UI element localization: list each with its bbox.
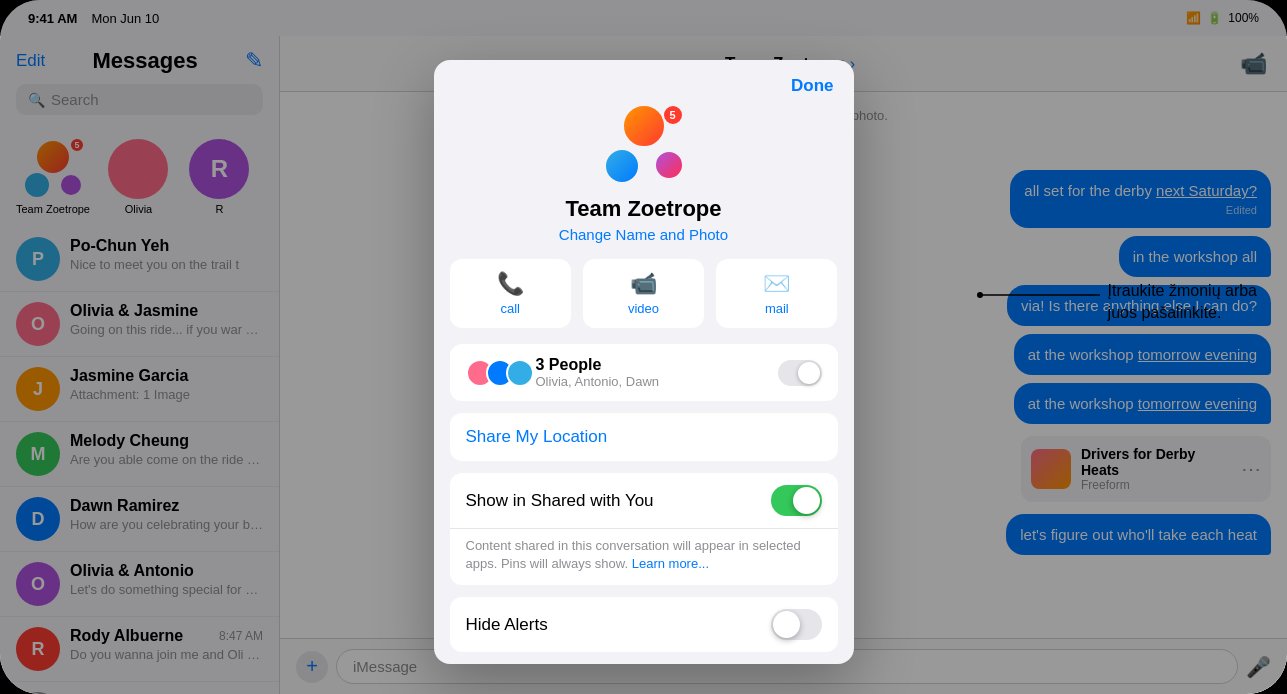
show-in-shared-label: Show in Shared with You bbox=[466, 491, 771, 511]
mail-label: mail bbox=[765, 301, 789, 316]
people-avatars bbox=[466, 359, 526, 387]
change-name-photo-link[interactable]: Change Name and Photo bbox=[434, 226, 854, 259]
share-location-label: Share My Location bbox=[466, 427, 608, 446]
mail-icon: ✉️ bbox=[763, 271, 790, 297]
modal-actions: 📞 call 📹 video ✉️ mail bbox=[434, 259, 854, 344]
group-av-2 bbox=[604, 148, 640, 184]
video-action-button[interactable]: 📹 video bbox=[583, 259, 704, 328]
show-in-shared-section: Show in Shared with You Content shared i… bbox=[450, 473, 838, 585]
group-badge: 5 bbox=[662, 104, 684, 126]
people-row[interactable]: 3 People Olivia, Antonio, Dawn bbox=[450, 344, 838, 401]
hide-alerts-row: Hide Alerts bbox=[450, 597, 838, 652]
modal-group-name: Team Zoetrope bbox=[434, 196, 854, 226]
modal-group-avatar: 5 bbox=[434, 96, 854, 196]
modal-sheet: Done 5 Team Zoetrope Change Name and Pho… bbox=[434, 60, 854, 664]
group-av-3 bbox=[654, 150, 684, 180]
video-icon: 📹 bbox=[630, 271, 657, 297]
people-count: 3 People bbox=[536, 356, 778, 374]
share-location-row[interactable]: Share My Location bbox=[450, 413, 838, 461]
annotation-line bbox=[980, 280, 1100, 310]
people-av-3 bbox=[506, 359, 534, 387]
call-action-button[interactable]: 📞 call bbox=[450, 259, 571, 328]
mail-action-button[interactable]: ✉️ mail bbox=[716, 259, 837, 328]
ipad-frame: 9:41 AM Mon Jun 10 📶 🔋 100% Edit Message… bbox=[0, 0, 1287, 694]
done-button[interactable]: Done bbox=[791, 76, 834, 96]
svg-point-1 bbox=[977, 292, 983, 298]
people-names: Olivia, Antonio, Dawn bbox=[536, 374, 778, 389]
call-label: call bbox=[500, 301, 520, 316]
annotation-text: Įtraukite žmonių arbajuos pašalinkite. bbox=[1108, 280, 1257, 325]
group-av-1 bbox=[622, 104, 666, 148]
video-label: video bbox=[628, 301, 659, 316]
hide-alerts-label: Hide Alerts bbox=[466, 615, 771, 635]
modal-people-section: 3 People Olivia, Antonio, Dawn bbox=[450, 344, 838, 401]
modal-header: Done bbox=[434, 60, 854, 96]
show-in-shared-description: Content shared in this conversation will… bbox=[450, 529, 838, 585]
call-icon: 📞 bbox=[497, 271, 524, 297]
show-in-shared-toggle[interactable] bbox=[771, 485, 822, 516]
people-info: 3 People Olivia, Antonio, Dawn bbox=[536, 356, 778, 389]
group-avatar-stack: 5 bbox=[604, 104, 684, 184]
learn-more-link[interactable]: Learn more... bbox=[632, 556, 709, 571]
hide-alerts-toggle[interactable] bbox=[771, 609, 822, 640]
people-expand-toggle[interactable] bbox=[778, 360, 822, 386]
modal-overlay: Done 5 Team Zoetrope Change Name and Pho… bbox=[0, 0, 1287, 694]
annotation-callout: Įtraukite žmonių arbajuos pašalinkite. bbox=[980, 280, 1257, 325]
show-in-shared-row: Show in Shared with You bbox=[450, 473, 838, 529]
